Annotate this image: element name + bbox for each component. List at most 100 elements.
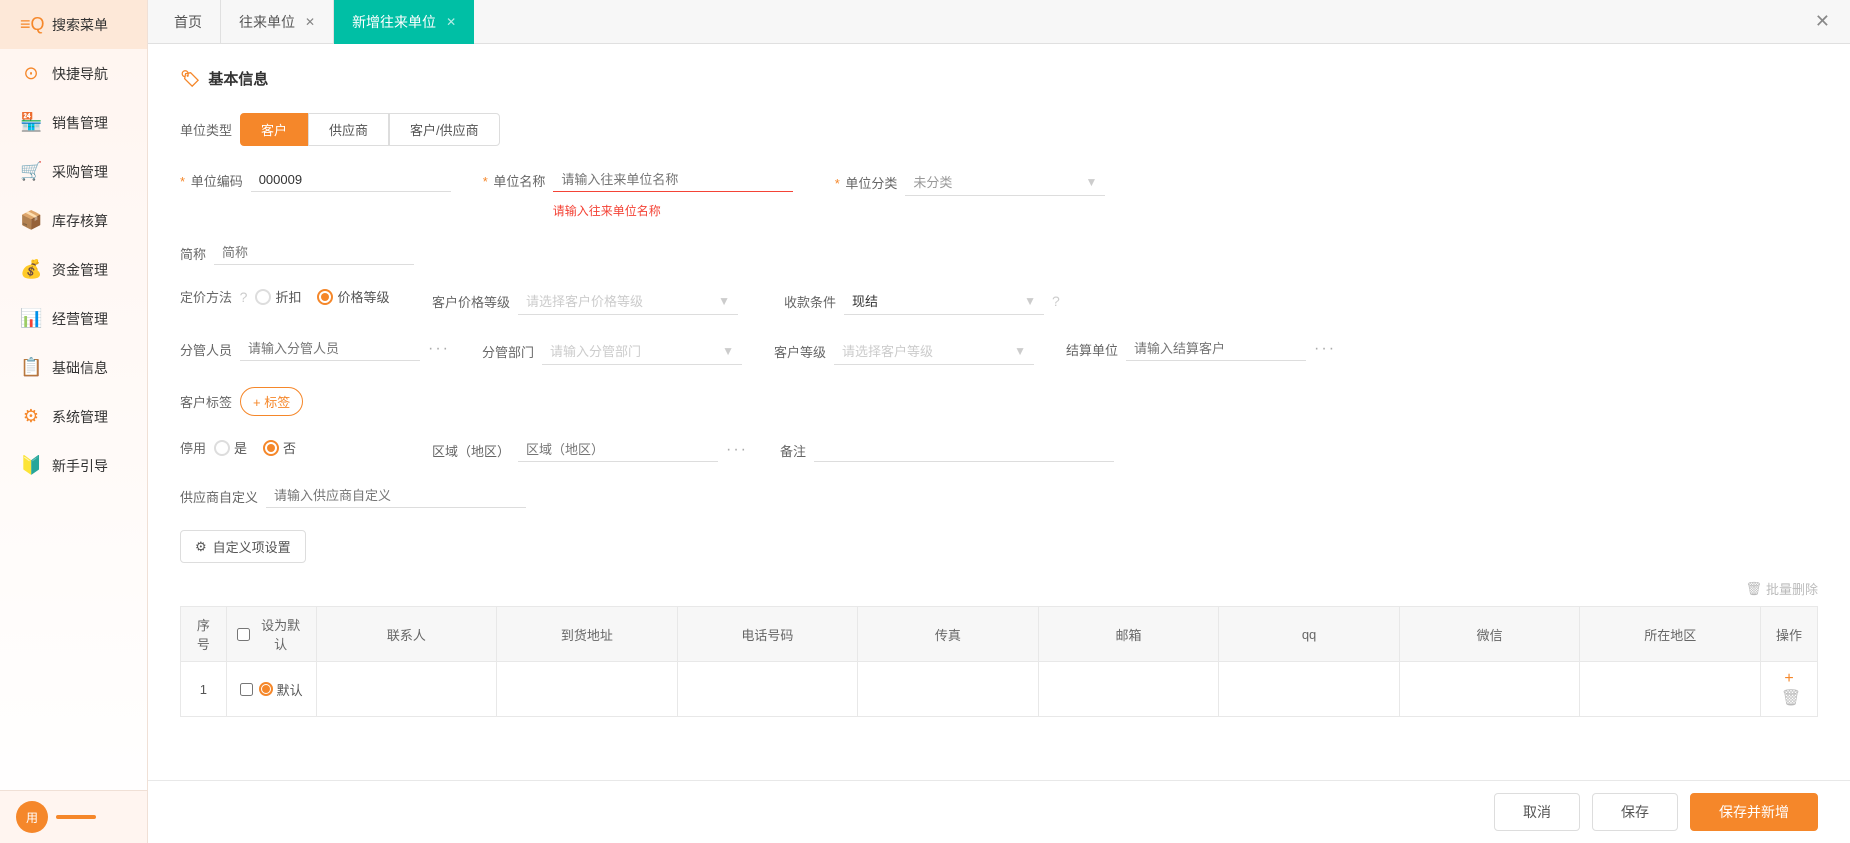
- supplier-custom-label: 供应商自定义: [180, 487, 258, 506]
- remark-input[interactable]: [814, 438, 1114, 462]
- abbr-field: 简称: [180, 241, 414, 265]
- guide-icon: 🔰: [20, 455, 42, 476]
- default-label: 默认: [277, 680, 303, 699]
- purchase-icon: 🛒: [20, 161, 42, 182]
- row-email-input[interactable]: [1049, 682, 1209, 697]
- settlement-more-btn[interactable]: ···: [1314, 340, 1336, 358]
- sidebar-item-operations[interactable]: 📊 经营管理: [0, 294, 147, 343]
- add-row-button[interactable]: +: [1784, 670, 1793, 687]
- manager-more-btn[interactable]: ···: [428, 340, 450, 358]
- tab-partners[interactable]: 往来单位 ✕: [221, 0, 334, 44]
- remark-field: 备注: [780, 438, 1114, 462]
- sidebar-item-basic[interactable]: 📋 基础信息: [0, 343, 147, 392]
- col-qq: qq: [1219, 607, 1400, 662]
- department-select[interactable]: 请输入分管部门 ▼: [542, 337, 742, 365]
- manager-label: 分管人员: [180, 340, 232, 359]
- price-level-chevron-icon: ▼: [718, 294, 730, 308]
- tab-bar: 首页 往来单位 ✕ 新增往来单位 ✕ ✕: [148, 0, 1850, 44]
- select-all-checkbox[interactable]: [237, 628, 250, 641]
- type-btn-customer[interactable]: 客户: [240, 113, 308, 146]
- region-label: 区域（地区）: [432, 441, 510, 460]
- sidebar-label-purchase: 采购管理: [52, 162, 108, 182]
- region-input[interactable]: [518, 438, 718, 462]
- tab-close-all[interactable]: ✕: [1803, 11, 1842, 32]
- radio-yes[interactable]: 是: [214, 438, 247, 457]
- abbr-input[interactable]: [214, 241, 414, 265]
- type-btn-both[interactable]: 客户/供应商: [389, 113, 500, 146]
- unit-code-input[interactable]: [251, 168, 451, 192]
- tab-partners-close[interactable]: ✕: [305, 15, 315, 29]
- add-tag-button[interactable]: + 标签: [240, 387, 303, 416]
- row-phone-input[interactable]: [688, 682, 848, 697]
- sidebar-item-system[interactable]: ⚙ 系统管理: [0, 392, 147, 441]
- radio-discount-circle: [255, 289, 271, 305]
- unit-info-row: * 单位编码 * 单位名称 请输入往来单位名称 * 单位分类: [180, 168, 1818, 219]
- avatar: 用: [16, 801, 48, 833]
- radio-no-circle: [263, 440, 279, 456]
- sidebar-item-guide[interactable]: 🔰 新手引导: [0, 441, 147, 490]
- radio-no[interactable]: 否: [263, 438, 296, 457]
- department-label: 分管部门: [482, 342, 534, 361]
- manager-input[interactable]: [240, 337, 420, 361]
- remark-label: 备注: [780, 441, 806, 460]
- chevron-down-icon: ▼: [1086, 175, 1098, 189]
- customer-level-select[interactable]: 请选择客户等级 ▼: [834, 337, 1034, 365]
- sidebar-item-quicknav[interactable]: ⊙ 快捷导航: [0, 49, 147, 98]
- payment-terms-select[interactable]: 现结 ▼: [844, 287, 1044, 315]
- row-address: [497, 662, 678, 717]
- radio-discount[interactable]: 折扣: [255, 287, 301, 306]
- payment-help-icon[interactable]: ?: [1052, 293, 1060, 309]
- settlement-unit-label: 结算单位: [1066, 340, 1118, 359]
- tab-new-partner-close[interactable]: ✕: [446, 15, 456, 29]
- finance-icon: 💰: [20, 259, 42, 280]
- radio-level[interactable]: 价格等级: [317, 287, 389, 306]
- unit-category-label: * 单位分类: [835, 173, 898, 192]
- tab-home[interactable]: 首页: [156, 0, 221, 44]
- tab-new-partner-label: 新增往来单位: [352, 12, 436, 32]
- col-contact: 联系人: [316, 607, 497, 662]
- customer-price-level-select[interactable]: 请选择客户价格等级 ▼: [518, 287, 738, 315]
- customer-level-field: 客户等级 请选择客户等级 ▼: [774, 337, 1034, 365]
- unit-name-input[interactable]: [553, 168, 793, 192]
- settlement-unit-input[interactable]: [1126, 337, 1306, 361]
- customer-price-level-field: 客户价格等级 请选择客户价格等级 ▼: [432, 287, 752, 315]
- custom-settings-button[interactable]: ⚙ 自定义项设置: [180, 530, 306, 563]
- sidebar: ≡Q 搜索菜单 ⊙ 快捷导航 🏪 销售管理 🛒 采购管理 📦 库存核算 💰 资金…: [0, 0, 148, 843]
- row-region-input[interactable]: [1590, 682, 1750, 697]
- save-new-button[interactable]: 保存并新增: [1690, 793, 1818, 831]
- row-wechat-input[interactable]: [1410, 682, 1570, 697]
- region-more-btn[interactable]: ···: [726, 441, 748, 459]
- del-row-button[interactable]: 🗑: [1781, 690, 1801, 707]
- row-contact-input[interactable]: [327, 682, 487, 697]
- batch-delete-btn[interactable]: 🗑 批量删除: [1745, 579, 1818, 598]
- col-region: 所在地区: [1580, 607, 1761, 662]
- row-fax-input[interactable]: [868, 682, 1028, 697]
- tab-new-partner[interactable]: 新增往来单位 ✕: [334, 0, 474, 44]
- sidebar-item-finance[interactable]: 💰 资金管理: [0, 245, 147, 294]
- row-checkbox[interactable]: [240, 683, 253, 696]
- row-address-input[interactable]: [507, 682, 667, 697]
- type-btn-supplier[interactable]: 供应商: [308, 113, 389, 146]
- row-qq-input[interactable]: [1229, 682, 1389, 697]
- supplier-custom-input[interactable]: [266, 484, 526, 508]
- unit-category-select[interactable]: 未分类 ▼: [905, 168, 1105, 196]
- save-button[interactable]: 保存: [1592, 793, 1678, 831]
- system-icon: ⚙: [20, 406, 42, 427]
- row-wechat: [1399, 662, 1580, 717]
- abbr-label: 简称: [180, 244, 206, 263]
- sidebar-label-finance: 资金管理: [52, 260, 108, 280]
- pricing-help-icon[interactable]: ?: [240, 289, 248, 305]
- row-seq: 1: [181, 662, 227, 717]
- sidebar-item-inventory[interactable]: 📦 库存核算: [0, 196, 147, 245]
- sidebar-item-sales[interactable]: 🏪 销售管理: [0, 98, 147, 147]
- home-icon: ⊙: [20, 63, 42, 84]
- row-default-radio[interactable]: [259, 682, 273, 696]
- payment-terms-label: 收款条件: [784, 292, 836, 311]
- sidebar-item-search[interactable]: ≡Q 搜索菜单: [0, 0, 147, 49]
- cancel-button[interactable]: 取消: [1494, 793, 1580, 831]
- pricing-label: 定价方法 ?: [180, 287, 247, 306]
- sidebar-item-purchase[interactable]: 🛒 采购管理: [0, 147, 147, 196]
- disable-row: 停用 是 否 区域（地区） ··· 备注: [180, 438, 1818, 462]
- col-action: 操作: [1760, 607, 1817, 662]
- inventory-icon: 📦: [20, 210, 42, 231]
